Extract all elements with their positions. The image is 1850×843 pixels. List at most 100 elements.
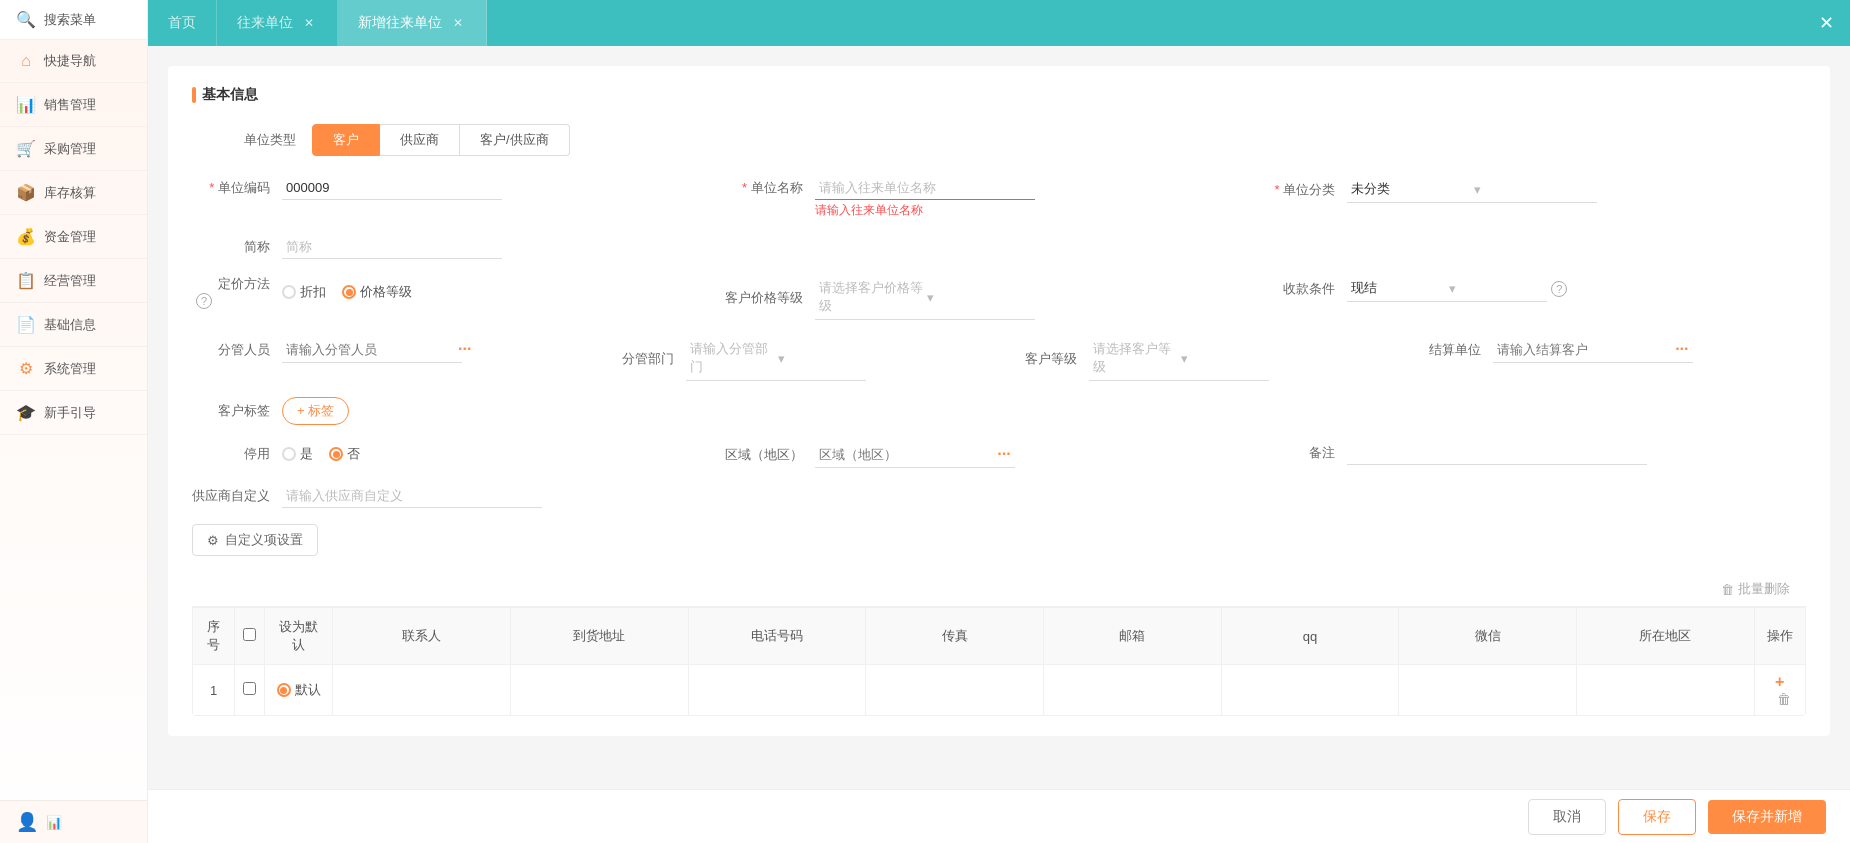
type-btn-customer[interactable]: 客户 bbox=[312, 124, 380, 156]
manager-input[interactable] bbox=[286, 342, 454, 357]
cell-seq: 1 bbox=[193, 665, 235, 716]
beginner-icon: 🎓 bbox=[16, 403, 36, 422]
sidebar-item-inventory[interactable]: 📦 库存核算 bbox=[0, 171, 147, 215]
region-dots-btn[interactable]: ··· bbox=[997, 445, 1010, 463]
tab-counterparty[interactable]: 往来单位 ✕ bbox=[217, 0, 338, 46]
cell-wechat bbox=[1399, 665, 1577, 716]
contact-input[interactable] bbox=[341, 683, 502, 698]
sidebar-item-label: 基础信息 bbox=[44, 316, 96, 334]
radio-no[interactable]: 否 bbox=[329, 445, 360, 463]
save-add-button[interactable]: 保存并新增 bbox=[1708, 800, 1826, 834]
settlement-unit-input-group: ··· bbox=[1493, 336, 1693, 363]
sidebar-item-label: 库存核算 bbox=[44, 184, 96, 202]
field-disabled: 停用 是 否 bbox=[192, 441, 725, 467]
payment-terms-help[interactable]: ? bbox=[1551, 281, 1567, 297]
manager-label: 分管人员 bbox=[192, 341, 282, 359]
tab-new-counterparty-close[interactable]: ✕ bbox=[450, 15, 466, 31]
sidebar-item-quick-nav[interactable]: ⌂ 快捷导航 bbox=[0, 40, 147, 83]
dept-label: 分管部门 bbox=[596, 350, 686, 368]
address-input[interactable] bbox=[519, 683, 680, 698]
remarks-input[interactable] bbox=[1347, 441, 1647, 465]
unit-code-label: 单位编码 bbox=[192, 179, 282, 197]
radio-discount[interactable]: 折扣 bbox=[282, 283, 326, 301]
payment-terms-label: 收款条件 bbox=[1257, 280, 1347, 298]
unit-category-select[interactable]: 未分类 ▾ bbox=[1347, 176, 1597, 203]
type-btn-both[interactable]: 客户/供应商 bbox=[460, 124, 570, 156]
customer-price-level-select[interactable]: 请选择客户价格等级 ▾ bbox=[815, 275, 1035, 320]
customer-price-level-chevron: ▾ bbox=[927, 290, 1031, 305]
form-row-5: 客户标签 + 标签 bbox=[192, 397, 1806, 425]
region-label: 区域（地区） bbox=[725, 446, 815, 464]
add-tag-button[interactable]: + 标签 bbox=[282, 397, 349, 425]
cell-phone bbox=[688, 665, 866, 716]
row-default-radio[interactable]: 默认 bbox=[273, 681, 324, 699]
sidebar-item-finance[interactable]: 💰 资金管理 bbox=[0, 215, 147, 259]
col-address: 到货地址 bbox=[511, 608, 689, 665]
payment-terms-chevron: ▾ bbox=[1449, 281, 1543, 296]
radio-price-level[interactable]: 价格等级 bbox=[342, 283, 412, 301]
payment-terms-select[interactable]: 现结 ▾ bbox=[1347, 275, 1547, 302]
cancel-button[interactable]: 取消 bbox=[1528, 799, 1606, 835]
tab-home[interactable]: 首页 bbox=[148, 0, 217, 46]
sidebar-item-beginner[interactable]: 🎓 新手引导 bbox=[0, 391, 147, 435]
system-icon: ⚙ bbox=[16, 359, 36, 378]
settlement-unit-input[interactable] bbox=[1497, 342, 1672, 357]
radio-price-level-circle bbox=[342, 285, 356, 299]
disabled-label: 停用 bbox=[192, 445, 282, 463]
sidebar-item-system[interactable]: ⚙ 系统管理 bbox=[0, 347, 147, 391]
table-row: 1 默认 bbox=[193, 665, 1806, 716]
region-table-input[interactable] bbox=[1585, 683, 1746, 698]
cell-region bbox=[1576, 665, 1754, 716]
qq-input[interactable] bbox=[1230, 683, 1391, 698]
sidebar-item-operations[interactable]: 📋 经营管理 bbox=[0, 259, 147, 303]
unit-name-input[interactable] bbox=[815, 176, 1035, 200]
settlement-unit-dots-btn[interactable]: ··· bbox=[1675, 340, 1688, 358]
save-button[interactable]: 保存 bbox=[1618, 799, 1696, 835]
email-input[interactable] bbox=[1052, 683, 1213, 698]
sidebar-item-purchase[interactable]: 🛒 采购管理 bbox=[0, 127, 147, 171]
select-all-checkbox[interactable] bbox=[243, 628, 256, 641]
tab-new-counterparty[interactable]: 新增往来单位 ✕ bbox=[338, 0, 487, 46]
inventory-icon: 📦 bbox=[16, 183, 36, 202]
del-row-button[interactable]: 🗑 bbox=[1777, 691, 1791, 707]
close-all-tabs[interactable]: ✕ bbox=[1803, 12, 1850, 34]
wechat-input[interactable] bbox=[1407, 683, 1568, 698]
cell-check bbox=[235, 665, 265, 716]
row-checkbox[interactable] bbox=[243, 682, 256, 695]
sidebar-item-label: 新手引导 bbox=[44, 404, 96, 422]
unit-code-input[interactable] bbox=[282, 176, 502, 200]
radio-yes[interactable]: 是 bbox=[282, 445, 313, 463]
radio-discount-label: 折扣 bbox=[300, 283, 326, 301]
type-btn-supplier[interactable]: 供应商 bbox=[380, 124, 460, 156]
col-fax: 传真 bbox=[866, 608, 1044, 665]
col-phone: 电话号码 bbox=[688, 608, 866, 665]
sales-icon: 📊 bbox=[16, 95, 36, 114]
sidebar-item-basic-info[interactable]: 📄 基础信息 bbox=[0, 303, 147, 347]
form-row-2: 简称 bbox=[192, 235, 1806, 259]
search-menu-item[interactable]: 🔍 搜索菜单 bbox=[0, 0, 147, 40]
supplier-custom-input[interactable] bbox=[282, 484, 542, 508]
dept-select[interactable]: 请输入分管部门 ▾ bbox=[686, 336, 866, 381]
fax-input[interactable] bbox=[874, 683, 1035, 698]
disabled-radio-group: 是 否 bbox=[282, 441, 360, 467]
customer-price-level-placeholder: 请选择客户价格等级 bbox=[819, 279, 923, 315]
field-unit-name: 单位名称 请输入往来单位名称 bbox=[725, 176, 1258, 219]
sidebar-item-sales[interactable]: 📊 销售管理 bbox=[0, 83, 147, 127]
form-row-3: 定价方法 ? 折扣 价格等级 bbox=[192, 275, 1806, 320]
customer-price-level-label: 客户价格等级 bbox=[725, 289, 815, 307]
short-name-input[interactable] bbox=[282, 235, 502, 259]
phone-input[interactable] bbox=[697, 683, 858, 698]
dept-chevron: ▾ bbox=[778, 351, 862, 366]
settlement-unit-label: 结算单位 bbox=[1403, 341, 1493, 359]
unit-category-chevron: ▾ bbox=[1474, 182, 1593, 197]
manager-dots-btn[interactable]: ··· bbox=[458, 340, 471, 358]
add-row-button[interactable]: + bbox=[1775, 673, 1784, 690]
batch-delete-btn[interactable]: 🗑 批量删除 bbox=[1721, 580, 1790, 598]
pricing-method-help[interactable]: ? bbox=[196, 293, 212, 309]
radio-yes-label: 是 bbox=[300, 445, 313, 463]
region-input[interactable] bbox=[819, 447, 994, 462]
customer-level-select[interactable]: 请选择客户等级 ▾ bbox=[1089, 336, 1269, 381]
tab-counterparty-close[interactable]: ✕ bbox=[301, 15, 317, 31]
custom-settings-button[interactable]: ⚙ 自定义项设置 bbox=[192, 524, 318, 556]
field-pricing-method: 定价方法 ? 折扣 价格等级 bbox=[192, 275, 725, 309]
